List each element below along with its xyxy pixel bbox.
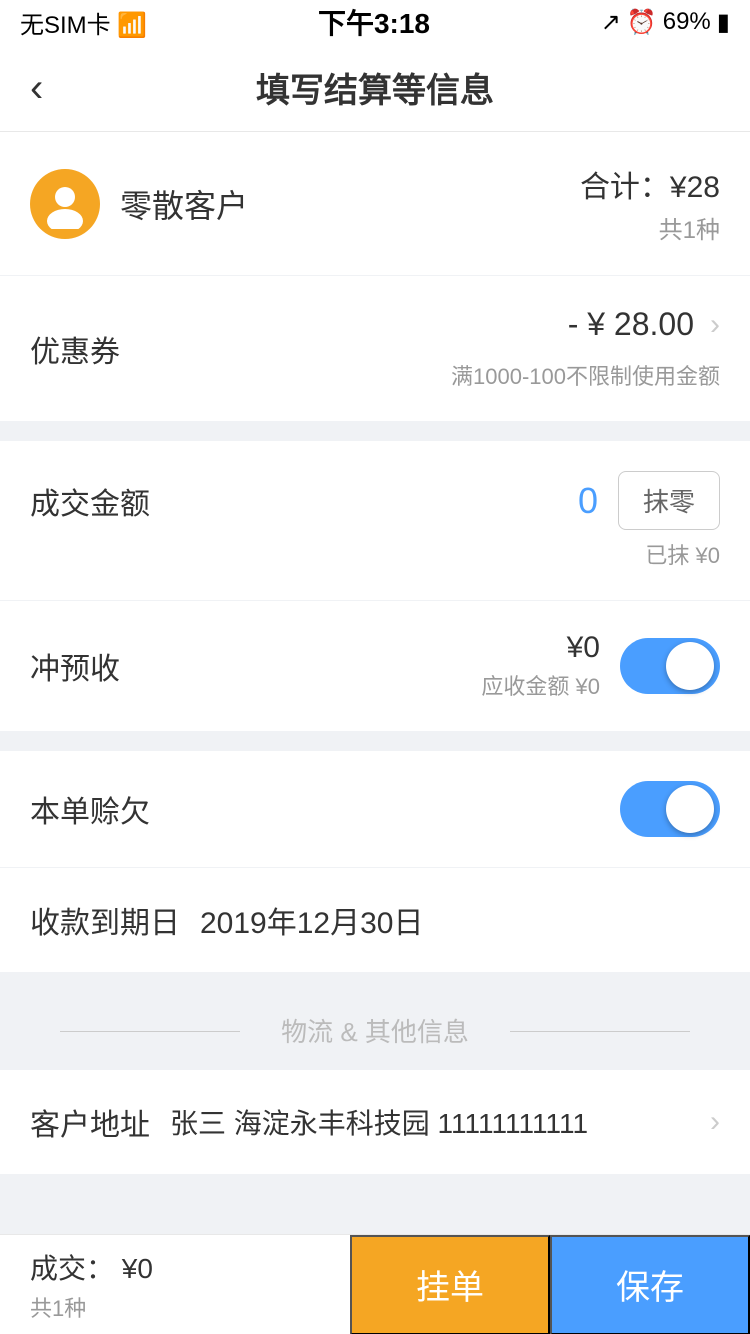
transaction-section: 成交金额 0 抹零 已抹 ¥0	[0, 441, 750, 600]
prepayment-right: ¥0 应收金额 ¥0	[481, 631, 720, 701]
status-bar: 无SIM卡 📶 下午3:18 ↗ ⏰ 69% ▮	[0, 0, 750, 44]
already-rounded: 已抹 ¥0	[30, 538, 720, 570]
customer-total: 合计：¥28 共1种	[580, 162, 720, 245]
status-right: ↗ ⏰ 69% ▮	[601, 8, 730, 37]
section-gap-2	[0, 731, 750, 751]
transaction-row: 成交金额 0 抹零	[30, 471, 720, 530]
due-date-label: 收款到期日	[30, 898, 180, 942]
address-value: 张三 海淀永丰科技园 11111111111	[170, 1102, 710, 1142]
due-date-value: 2019年12月30日	[200, 898, 423, 942]
customer-info: 零散客户	[30, 169, 248, 239]
transaction-label: 成交金额	[30, 479, 150, 523]
customer-avatar	[30, 169, 100, 239]
address-section[interactable]: 客户地址 张三 海淀永丰科技园 11111111111 ›	[0, 1070, 750, 1174]
hang-button[interactable]: 挂单	[350, 1235, 550, 1334]
debt-label: 本单赊欠	[30, 787, 150, 831]
customer-name: 零散客户	[120, 181, 248, 227]
debt-toggle-track	[620, 781, 720, 837]
logistics-title: 物流 & 其他信息	[281, 1017, 469, 1047]
coupon-amount: - ¥ 28.00	[568, 306, 694, 343]
round-button[interactable]: 抹零	[618, 471, 720, 530]
bottom-transaction-value: ¥0	[122, 1253, 153, 1284]
bottom-count: 共1种	[30, 1291, 320, 1323]
address-label: 客户地址	[30, 1100, 150, 1144]
content-area: 零散客户 合计：¥28 共1种 优惠券 - ¥ 28.00 › 满1000-10…	[0, 132, 750, 1274]
customer-section: 零散客户 合计：¥28 共1种	[0, 132, 750, 275]
sim-wifi-label: 无SIM卡 📶	[20, 5, 147, 40]
debt-toggle[interactable]	[620, 781, 720, 837]
prepayment-row: 冲预收 ¥0 应收金额 ¥0	[30, 631, 720, 701]
address-chevron: ›	[710, 1105, 720, 1139]
status-time: 下午3:18	[318, 2, 430, 42]
prepayment-label: 冲预收	[30, 644, 120, 688]
coupon-right: - ¥ 28.00 › 满1000-100不限制使用金额	[451, 306, 720, 391]
coupon-chevron: ›	[710, 308, 720, 342]
transaction-right: 0 抹零	[578, 471, 720, 530]
prepayment-amount-col: ¥0 应收金额 ¥0	[481, 631, 600, 701]
coupon-note: 满1000-100不限制使用金额	[451, 359, 720, 391]
due-date-row: 收款到期日 2019年12月30日	[30, 898, 720, 942]
battery-icon: ▮	[717, 8, 730, 37]
battery-label: 69%	[663, 8, 711, 36]
toggle-thumb	[666, 642, 714, 690]
alarm-icon: ⏰	[627, 8, 657, 37]
coupon-row[interactable]: 优惠券 - ¥ 28.00 › 满1000-100不限制使用金额	[0, 276, 750, 421]
section-gap-1	[0, 421, 750, 441]
status-left: 无SIM卡 📶	[20, 5, 147, 40]
prepayment-amount: ¥0	[481, 631, 600, 665]
debt-section: 本单赊欠	[0, 751, 750, 867]
prepayment-section: 冲预收 ¥0 应收金额 ¥0	[0, 600, 750, 731]
back-button[interactable]: ‹	[30, 68, 43, 108]
total-amount: 合计：¥28	[580, 162, 720, 206]
logistics-header: 物流 & 其他信息	[0, 992, 750, 1069]
total-count: 共1种	[580, 210, 720, 245]
location-icon: ↗	[601, 8, 621, 37]
debt-toggle-thumb	[666, 785, 714, 833]
section-gap-3	[0, 972, 750, 992]
bottom-transaction: 成交： ¥0	[30, 1247, 320, 1287]
toggle-track	[620, 638, 720, 694]
prepayment-receivable: 应收金额 ¥0	[481, 669, 600, 701]
bottom-transaction-label: 成交：	[30, 1253, 114, 1284]
coupon-label: 优惠券	[30, 327, 120, 371]
bottom-bar: 成交： ¥0 共1种 挂单 保存	[0, 1234, 750, 1334]
nav-bar: ‹ 填写结算等信息	[0, 44, 750, 132]
bottom-info: 成交： ¥0 共1种	[0, 1247, 350, 1323]
transaction-value: 0	[578, 480, 598, 522]
prepayment-toggle[interactable]	[620, 638, 720, 694]
save-button[interactable]: 保存	[550, 1235, 750, 1334]
due-date-section: 收款到期日 2019年12月30日	[0, 867, 750, 972]
page-title: 填写结算等信息	[256, 63, 494, 112]
